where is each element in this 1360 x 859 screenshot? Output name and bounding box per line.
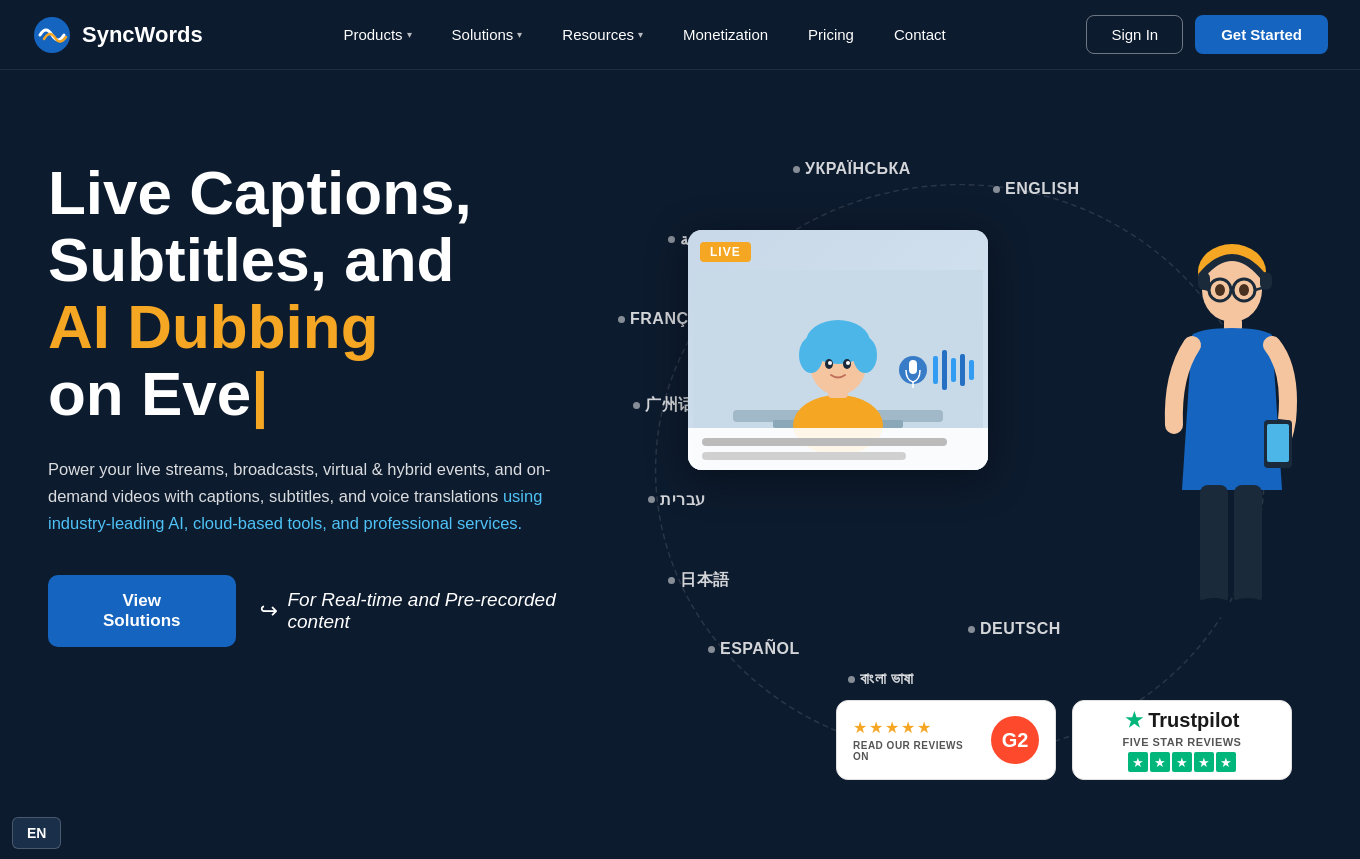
lang-dot [793,166,800,173]
g2-stars-wrap: ★ ★ ★ ★ ★ READ OUR REVIEWS ON [853,718,979,762]
svg-rect-20 [951,358,956,382]
lang-hebrew: עברית [648,490,706,509]
svg-rect-16 [909,360,917,374]
tp-star-icon: ★ [1128,752,1148,772]
lang-deutsch: DEUTSCH [968,620,1061,638]
trustpilot-review-badge[interactable]: ★ Trustpilot FIVE STAR REVIEWS ★ ★ ★ ★ ★ [1072,700,1292,780]
nav-products[interactable]: Products ▾ [327,18,427,51]
lang-dot [648,496,655,503]
hero-title: Live Captions, Subtitles, and AI Dubbing… [48,160,608,428]
nav-solutions[interactable]: Solutions ▾ [436,18,539,51]
nav-resources[interactable]: Resources ▾ [546,18,659,51]
nav-links: Products ▾ Solutions ▾ Resources ▾ Monet… [327,18,961,51]
getstarted-button[interactable]: Get Started [1195,15,1328,54]
language-selector[interactable]: EN [12,817,61,849]
cta-note-wrap: ↩ For Real-time and Pre-recorded content [260,589,608,633]
review-badges: ★ ★ ★ ★ ★ READ OUR REVIEWS ON G2 [836,700,1292,780]
lang-ukrainian: УКРАЇНСЬКА [793,160,911,178]
logo[interactable]: SyncWords [32,15,203,55]
star-icon: ★ [885,718,899,737]
svg-point-13 [828,361,832,365]
logo-text: SyncWords [82,22,203,48]
hero-right: УКРАЇНСЬКА ENGLISH اللغة العربية FRANÇAI… [608,130,1312,810]
svg-point-41 [1228,598,1268,618]
svg-point-9 [799,337,823,373]
tp-logo-wrap: ★ Trustpilot FIVE STAR REVIEWS ★ ★ ★ ★ ★ [1123,708,1242,772]
lang-japanese: 日本語 [668,570,730,591]
chevron-down-icon: ▾ [638,29,643,40]
svg-point-14 [846,361,850,365]
lang-dot [618,316,625,323]
signin-button[interactable]: Sign In [1086,15,1183,54]
nav-monetization[interactable]: Monetization [667,18,784,51]
svg-rect-19 [942,350,947,390]
g2-review-label: READ OUR REVIEWS ON [853,740,979,762]
svg-rect-35 [1260,272,1272,290]
lang-dot [708,646,715,653]
video-box: LIVE [688,230,988,470]
cta-note-text: For Real-time and Pre-recorded content [288,589,608,633]
star-icon: ★ [853,718,867,737]
lang-dot [968,626,975,633]
trustpilot-star-icon: ★ [1125,709,1143,731]
lang-dot [633,402,640,409]
svg-rect-22 [969,360,974,380]
hero-description: Power your live streams, broadcasts, vir… [48,456,568,538]
hero-cta-row: View Solutions ↩ For Real-time and Pre-r… [48,575,608,647]
logo-icon [32,15,72,55]
nav-contact[interactable]: Contact [878,18,962,51]
lang-dot [668,577,675,584]
svg-rect-38 [1200,485,1228,605]
g2-logo: G2 [991,716,1039,764]
subtitle-bars [688,428,988,470]
lang-dot [993,186,1000,193]
svg-point-32 [1239,284,1249,296]
hero-section: Live Captions, Subtitles, and AI Dubbing… [0,70,1360,859]
tp-star-icon: ★ [1150,752,1170,772]
svg-rect-21 [960,354,965,386]
svg-point-10 [853,337,877,373]
svg-rect-39 [1234,485,1262,605]
stars-row: ★ ★ ★ ★ ★ [853,718,979,737]
trustpilot-logo-text: ★ Trustpilot [1125,708,1240,732]
svg-point-31 [1215,284,1225,296]
nav-pricing[interactable]: Pricing [792,18,870,51]
svg-rect-37 [1267,424,1289,462]
lang-guangzhou: 广州话 [633,395,695,416]
chevron-down-icon: ▾ [407,29,412,40]
person-svg [1112,210,1312,710]
subtitle-bar-2 [702,452,906,460]
tp-star-icon: ★ [1194,752,1214,772]
arrow-curved-icon: ↩ [260,598,278,624]
star-half-icon: ★ [917,718,931,737]
tp-five-star-label: FIVE STAR REVIEWS [1123,736,1242,748]
person-illustration [1112,210,1312,770]
navbar: SyncWords Products ▾ Solutions ▾ Resourc… [0,0,1360,70]
subtitle-bar-1 [702,438,947,446]
nav-actions: Sign In Get Started [1086,15,1328,54]
live-badge: LIVE [700,242,751,262]
tp-star-icon: ★ [1216,752,1236,772]
view-solutions-button[interactable]: View Solutions [48,575,236,647]
lang-espanol: ESPAÑOL [708,640,800,658]
svg-rect-34 [1198,272,1210,290]
lang-bangla: বাংলা ভাষা [848,670,914,688]
tp-stars-row: ★ ★ ★ ★ ★ [1128,752,1236,772]
chevron-down-icon: ▾ [517,29,522,40]
lang-dot [668,236,675,243]
star-icon: ★ [901,718,915,737]
svg-rect-18 [933,356,938,384]
lang-dot [848,676,855,683]
star-icon: ★ [869,718,883,737]
hero-left: Live Captions, Subtitles, and AI Dubbing… [48,130,608,647]
g2-review-badge[interactable]: ★ ★ ★ ★ ★ READ OUR REVIEWS ON G2 [836,700,1056,780]
tp-star-icon: ★ [1172,752,1192,772]
lang-english: ENGLISH [993,180,1080,198]
